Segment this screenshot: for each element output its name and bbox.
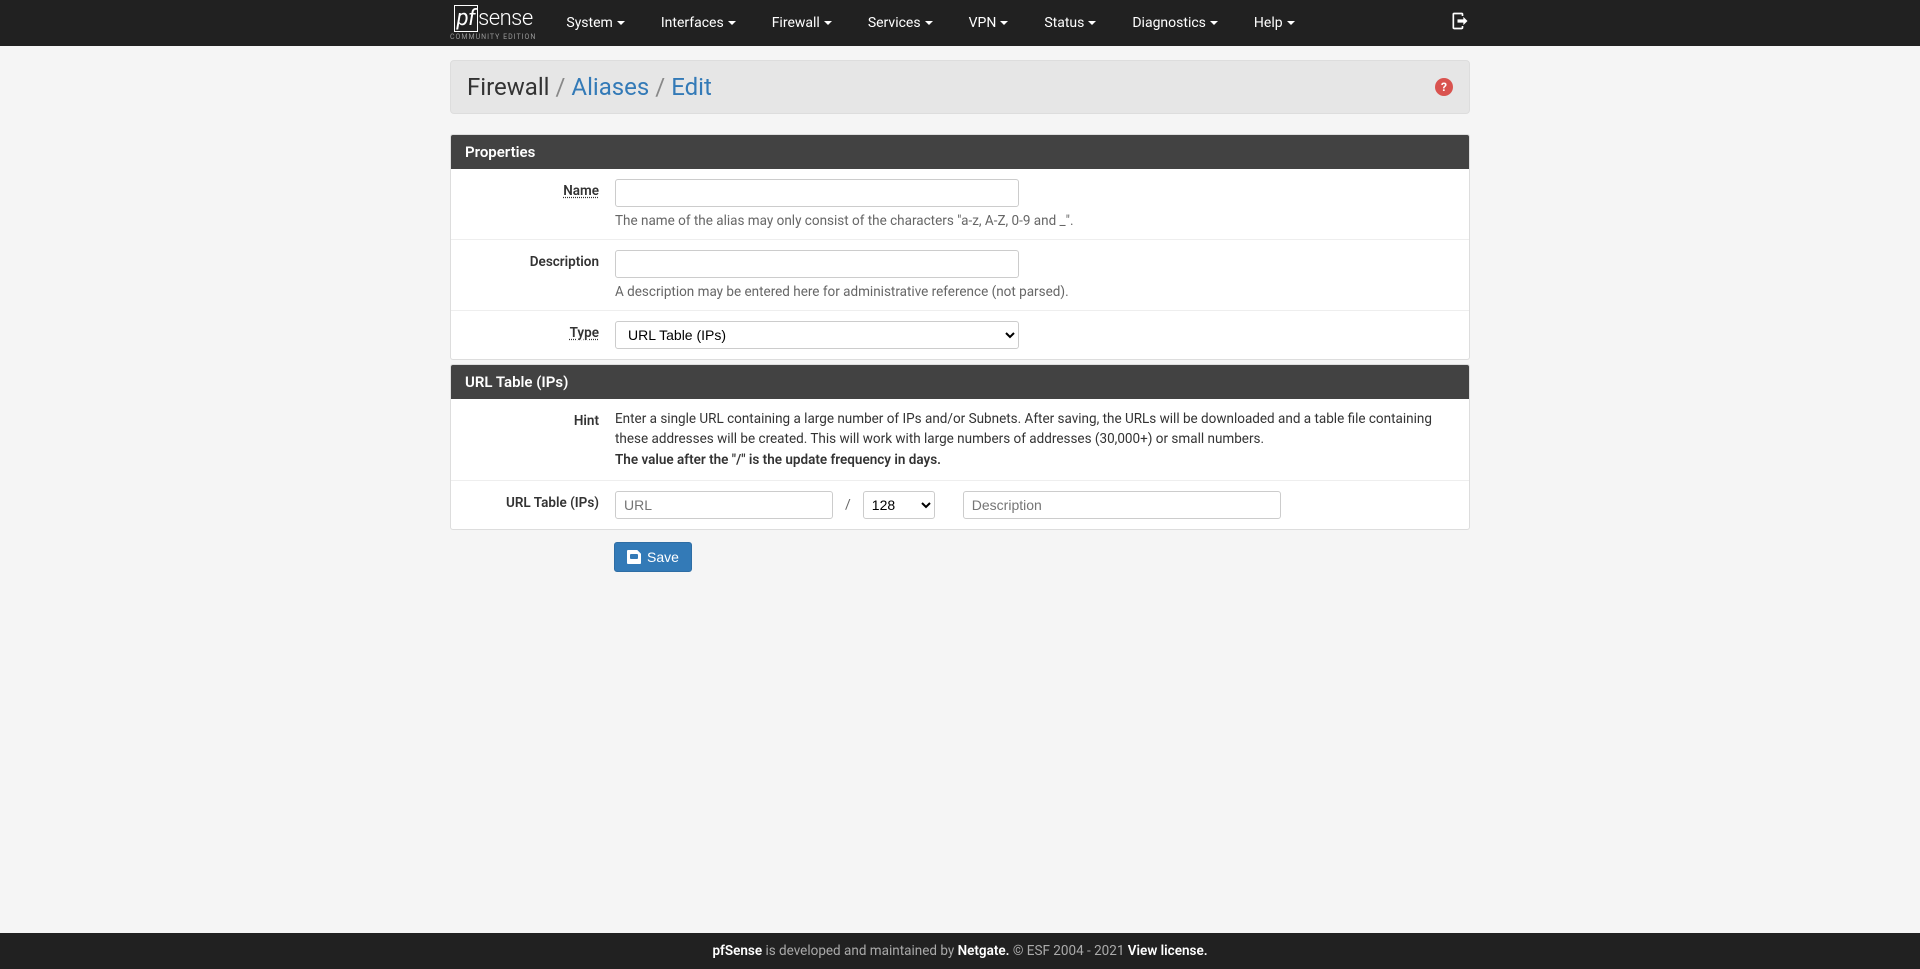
- nav-interfaces[interactable]: Interfaces: [643, 0, 754, 46]
- nav-help[interactable]: Help: [1236, 0, 1313, 46]
- nav-status[interactable]: Status: [1026, 0, 1114, 46]
- nav-items: System Interfaces Firewall Services VPN …: [548, 0, 1312, 46]
- caret-down-icon: [925, 21, 933, 25]
- label-name: Name: [451, 179, 611, 229]
- logout-button[interactable]: [1450, 11, 1470, 36]
- breadcrumb-sep: /: [556, 73, 566, 101]
- frequency-select[interactable]: 128: [863, 491, 935, 519]
- form-group-url: URL Table (IPs) / 128: [451, 481, 1469, 529]
- panel-url-table: URL Table (IPs) Hint Enter a single URL …: [450, 364, 1470, 530]
- breadcrumb-edit[interactable]: Edit: [671, 73, 712, 101]
- name-input[interactable]: [615, 179, 1019, 207]
- footer-license-link[interactable]: View license.: [1128, 943, 1208, 959]
- nav-container: pfsense COMMUNITY EDITION System Interfa…: [450, 0, 1470, 46]
- nav-firewall[interactable]: Firewall: [754, 0, 850, 46]
- caret-down-icon: [1210, 21, 1218, 25]
- panel-properties-title: Properties: [451, 135, 1469, 169]
- save-icon: [627, 550, 641, 564]
- hint-text: Enter a single URL containing a large nu…: [615, 409, 1455, 470]
- caret-down-icon: [824, 21, 832, 25]
- caret-down-icon: [617, 21, 625, 25]
- footer: pfSense is developed and maintained by N…: [0, 933, 1920, 969]
- caret-down-icon: [1000, 21, 1008, 25]
- panel-url-table-title: URL Table (IPs): [451, 365, 1469, 399]
- breadcrumb-bar: Firewall / Aliases / Edit ?: [450, 60, 1470, 114]
- nav-system[interactable]: System: [548, 0, 642, 46]
- form-group-description: Description A description may be entered…: [451, 240, 1469, 311]
- logo[interactable]: pfsense COMMUNITY EDITION: [450, 5, 536, 41]
- form-group-name: Name The name of the alias may only cons…: [451, 169, 1469, 240]
- url-row: / 128: [615, 491, 1455, 519]
- logout-icon: [1450, 11, 1470, 31]
- type-select[interactable]: URL Table (IPs): [615, 321, 1019, 349]
- help-icon[interactable]: ?: [1435, 78, 1453, 96]
- url-input[interactable]: [615, 491, 833, 519]
- label-hint: Hint: [451, 409, 611, 470]
- logo-subtext: COMMUNITY EDITION: [450, 33, 536, 41]
- breadcrumb: Firewall / Aliases / Edit: [467, 73, 712, 101]
- caret-down-icon: [1287, 21, 1295, 25]
- name-help-text: The name of the alias may only consist o…: [615, 213, 1455, 229]
- breadcrumb-root: Firewall: [467, 73, 550, 101]
- logo-text: pfsense: [454, 5, 533, 32]
- save-row: Save: [450, 530, 1470, 584]
- panel-properties: Properties Name The name of the alias ma…: [450, 134, 1470, 360]
- nav-vpn[interactable]: VPN: [951, 0, 1027, 46]
- top-navbar: pfsense COMMUNITY EDITION System Interfa…: [0, 0, 1920, 46]
- footer-product-link[interactable]: pfSense: [712, 943, 762, 959]
- label-type: Type: [451, 321, 611, 349]
- caret-down-icon: [728, 21, 736, 25]
- form-group-type: Type URL Table (IPs): [451, 311, 1469, 359]
- label-url: URL Table (IPs): [451, 491, 611, 519]
- url-description-input[interactable]: [963, 491, 1281, 519]
- description-input[interactable]: [615, 250, 1019, 278]
- page-content: Firewall / Aliases / Edit ? Properties N…: [450, 46, 1470, 933]
- footer-netgate-link[interactable]: Netgate.: [958, 943, 1010, 959]
- nav-diagnostics[interactable]: Diagnostics: [1114, 0, 1236, 46]
- form-group-hint: Hint Enter a single URL containing a lar…: [451, 399, 1469, 481]
- save-button[interactable]: Save: [614, 542, 692, 572]
- slash-separator: /: [841, 497, 855, 513]
- label-description: Description: [451, 250, 611, 300]
- breadcrumb-sep: /: [655, 73, 665, 101]
- description-help-text: A description may be entered here for ad…: [615, 284, 1455, 300]
- breadcrumb-aliases[interactable]: Aliases: [571, 73, 649, 101]
- nav-services[interactable]: Services: [850, 0, 951, 46]
- caret-down-icon: [1088, 21, 1096, 25]
